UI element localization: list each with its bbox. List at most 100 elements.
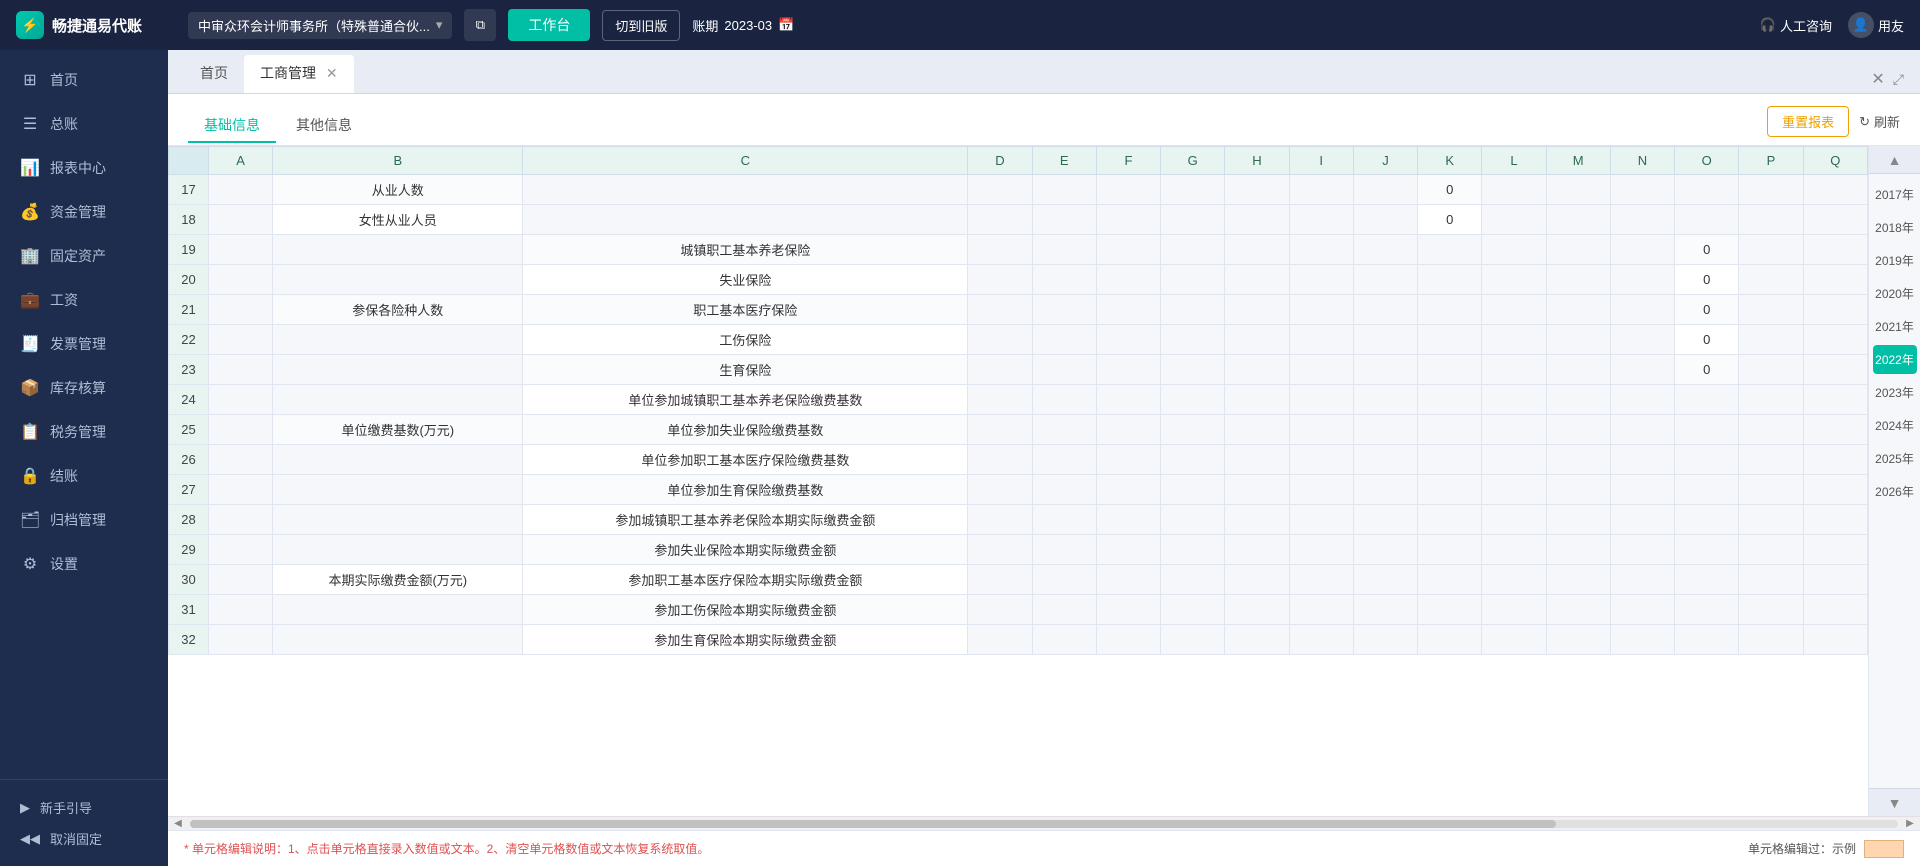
cell-19-i[interactable]	[1289, 235, 1353, 265]
cell-25-m[interactable]	[1546, 415, 1610, 445]
cell-22-e[interactable]	[1032, 325, 1096, 355]
cell-21-q[interactable]	[1803, 295, 1867, 325]
cell-22-i[interactable]	[1289, 325, 1353, 355]
cell-17-l[interactable]	[1482, 175, 1546, 205]
cell-20-f[interactable]	[1096, 265, 1160, 295]
cell-27-a[interactable]	[209, 475, 273, 505]
cell-30-q[interactable]	[1803, 565, 1867, 595]
cell-26-c[interactable]: 单位参加职工基本医疗保险缴费基数	[523, 445, 968, 475]
cell-19-q[interactable]	[1803, 235, 1867, 265]
sidebar-item-funds[interactable]: 💰 资金管理	[0, 190, 168, 234]
year-item[interactable]: 2026年	[1873, 477, 1917, 506]
cell-20-q[interactable]	[1803, 265, 1867, 295]
cell-22-k[interactable]	[1418, 325, 1482, 355]
cell-25-i[interactable]	[1289, 415, 1353, 445]
cell-18-c[interactable]	[523, 205, 968, 235]
scroll-track[interactable]	[190, 820, 1898, 828]
cell-24-b[interactable]	[273, 385, 523, 415]
cell-19-a[interactable]	[209, 235, 273, 265]
cell-22-m[interactable]	[1546, 325, 1610, 355]
cell-29-b[interactable]	[273, 535, 523, 565]
cell-30-p[interactable]	[1739, 565, 1803, 595]
cell-17-p[interactable]	[1739, 175, 1803, 205]
cell-22-h[interactable]	[1225, 325, 1289, 355]
cell-21-m[interactable]	[1546, 295, 1610, 325]
cell-17-a[interactable]	[209, 175, 273, 205]
cell-32-q[interactable]	[1803, 625, 1867, 655]
cell-25-b[interactable]: 单位缴费基数(万元)	[273, 415, 523, 445]
sidebar-item-home[interactable]: ⊞ 首页	[0, 58, 168, 102]
spreadsheet-inner[interactable]: A B C D E F G H I J	[168, 146, 1868, 816]
cell-24-a[interactable]	[209, 385, 273, 415]
cell-28-k[interactable]	[1418, 505, 1482, 535]
cell-23-g[interactable]	[1161, 355, 1225, 385]
cell-31-i[interactable]	[1289, 595, 1353, 625]
cell-25-k[interactable]	[1418, 415, 1482, 445]
cell-23-k[interactable]	[1418, 355, 1482, 385]
cell-31-f[interactable]	[1096, 595, 1160, 625]
calendar-icon[interactable]: 📅	[778, 17, 794, 33]
cell-26-o[interactable]	[1675, 445, 1739, 475]
cell-20-g[interactable]	[1161, 265, 1225, 295]
cell-29-f[interactable]	[1096, 535, 1160, 565]
sub-tab-basic[interactable]: 基础信息	[188, 109, 276, 143]
cell-29-g[interactable]	[1161, 535, 1225, 565]
year-item[interactable]: 2019年	[1873, 246, 1917, 275]
cell-20-n[interactable]	[1610, 265, 1674, 295]
cell-27-k[interactable]	[1418, 475, 1482, 505]
cell-22-o[interactable]: 0	[1675, 325, 1739, 355]
cell-18-j[interactable]	[1353, 205, 1417, 235]
cell-32-n[interactable]	[1610, 625, 1674, 655]
cell-19-e[interactable]	[1032, 235, 1096, 265]
cell-19-d[interactable]	[968, 235, 1032, 265]
cell-17-b[interactable]: 从业人数	[273, 175, 523, 205]
cell-31-m[interactable]	[1546, 595, 1610, 625]
cell-27-q[interactable]	[1803, 475, 1867, 505]
cell-17-e[interactable]	[1032, 175, 1096, 205]
cell-32-j[interactable]	[1353, 625, 1417, 655]
cell-29-k[interactable]	[1418, 535, 1482, 565]
cell-30-l[interactable]	[1482, 565, 1546, 595]
cell-17-d[interactable]	[968, 175, 1032, 205]
cell-26-h[interactable]	[1225, 445, 1289, 475]
cell-24-n[interactable]	[1610, 385, 1674, 415]
cell-24-q[interactable]	[1803, 385, 1867, 415]
cell-26-q[interactable]	[1803, 445, 1867, 475]
cell-18-n[interactable]	[1610, 205, 1674, 235]
cell-24-d[interactable]	[968, 385, 1032, 415]
cell-23-e[interactable]	[1032, 355, 1096, 385]
cell-21-g[interactable]	[1161, 295, 1225, 325]
cell-23-q[interactable]	[1803, 355, 1867, 385]
cell-28-g[interactable]	[1161, 505, 1225, 535]
cell-31-o[interactable]	[1675, 595, 1739, 625]
cell-30-g[interactable]	[1161, 565, 1225, 595]
cell-20-d[interactable]	[968, 265, 1032, 295]
cell-20-j[interactable]	[1353, 265, 1417, 295]
cell-27-n[interactable]	[1610, 475, 1674, 505]
cell-31-p[interactable]	[1739, 595, 1803, 625]
cell-23-o[interactable]: 0	[1675, 355, 1739, 385]
reset-report-button[interactable]: 重置报表	[1767, 106, 1849, 137]
sidebar-item-assets[interactable]: 🏢 固定资产	[0, 234, 168, 278]
sidebar-item-tax[interactable]: 📋 税务管理	[0, 410, 168, 454]
cell-20-p[interactable]	[1739, 265, 1803, 295]
cell-32-d[interactable]	[968, 625, 1032, 655]
cell-24-o[interactable]	[1675, 385, 1739, 415]
cell-31-a[interactable]	[209, 595, 273, 625]
cell-28-q[interactable]	[1803, 505, 1867, 535]
cell-22-l[interactable]	[1482, 325, 1546, 355]
cell-28-a[interactable]	[209, 505, 273, 535]
cell-30-k[interactable]	[1418, 565, 1482, 595]
cell-20-i[interactable]	[1289, 265, 1353, 295]
year-item[interactable]: 2021年	[1873, 312, 1917, 341]
cell-26-a[interactable]	[209, 445, 273, 475]
cell-17-m[interactable]	[1546, 175, 1610, 205]
cell-18-m[interactable]	[1546, 205, 1610, 235]
sidebar-item-archive[interactable]: 🗂 归档管理	[0, 498, 168, 542]
cell-18-g[interactable]	[1161, 205, 1225, 235]
cell-27-c[interactable]: 单位参加生育保险缴费基数	[523, 475, 968, 505]
sidebar-item-settings[interactable]: ⚙ 设置	[0, 542, 168, 586]
cell-28-f[interactable]	[1096, 505, 1160, 535]
cell-26-p[interactable]	[1739, 445, 1803, 475]
cell-30-m[interactable]	[1546, 565, 1610, 595]
